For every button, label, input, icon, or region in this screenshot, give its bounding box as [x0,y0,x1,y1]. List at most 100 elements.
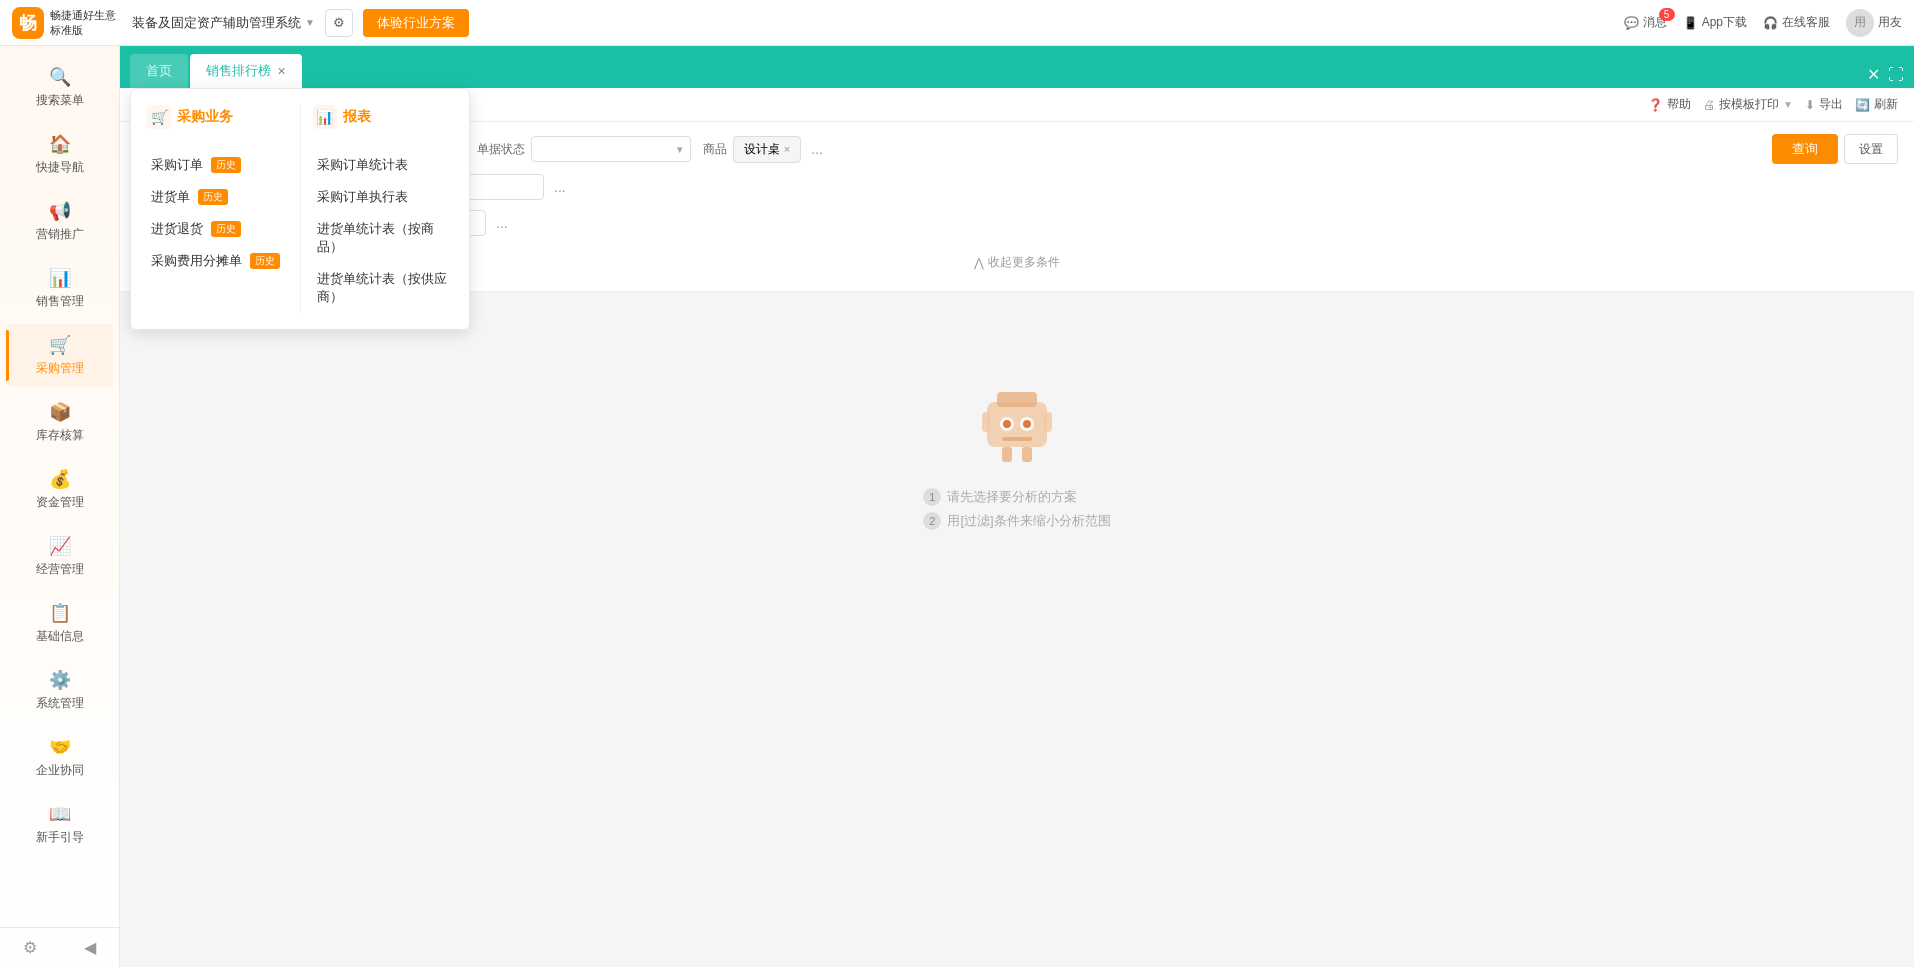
dropdown-item-inbound-supplier[interactable]: 进货单统计表（按供应商） [313,263,454,313]
tab-bar: 首页 销售排行榜 ✕ ✕ ⛶ [120,46,1914,88]
sidebar-item-quicknav[interactable]: 🏠 快捷导航 [6,123,113,186]
dropdown-menu: 🛒 采购业务 采购订单 历史 进货单 历史 进货退货 历史 采购费用分摊单 历史 [130,88,470,330]
sidebar-item-inventory[interactable]: 📦 库存核算 [6,391,113,454]
help-btn[interactable]: ❓ 帮助 [1648,96,1691,113]
chevron-down-icon: ▼ [305,17,315,28]
sidebar-item-search[interactable]: 🔍 搜索菜单 [6,56,113,119]
sidebar-item-system[interactable]: ⚙️ 系统管理 [6,659,113,722]
tab-sales-rank-label: 销售排行榜 [206,62,271,80]
basic-icon: 📋 [49,602,71,624]
purchase-col: 🛒 采购业务 采购订单 历史 进货单 历史 进货退货 历史 采购费用分摊单 历史 [147,105,288,313]
header-middle: 装备及固定资产辅助管理系统 ▼ ⚙ 体验行业方案 [132,9,1624,37]
salesperson-dots-btn[interactable]: ... [550,179,570,195]
set-button[interactable]: 设置 [1844,134,1898,164]
tab-sales-rank[interactable]: 销售排行榜 ✕ [190,54,302,88]
dropdown-item-purchase-order[interactable]: 采购订单 历史 [147,149,288,181]
purchase-icon: 🛒 [49,334,71,356]
settings-button[interactable]: ⚙ [325,9,353,37]
dropdown-item-purchase-cost[interactable]: 采购费用分摊单 历史 [147,245,288,277]
sidebar-item-label: 系统管理 [36,695,84,712]
print-btn[interactable]: 🖨 按模板打印 ▼ [1703,96,1793,113]
settings-bottom-btn[interactable]: ⚙ [23,938,37,957]
goods-tag-close[interactable]: × [784,143,790,155]
print-chevron-icon: ▼ [1783,99,1793,110]
sidebar-item-label: 快捷导航 [36,159,84,176]
doc-status-select[interactable] [531,136,691,162]
tip-num-2: 2 [923,512,941,530]
tab-home[interactable]: 首页 [130,54,188,88]
history-badge: 历史 [211,221,241,237]
online-service-btn[interactable]: 🎧 在线客服 [1763,14,1830,31]
dropdown-item-label: 采购费用分摊单 [151,252,242,270]
search-icon: 🔍 [49,66,71,88]
sidebar-item-label: 基础信息 [36,628,84,645]
sidebar-item-marketing[interactable]: 📢 营销推广 [6,190,113,253]
collapse-label: 收起更多条件 [988,254,1060,271]
industry-btn[interactable]: 体验行业方案 [363,9,469,37]
dropdown-item-order-stat[interactable]: 采购订单统计表 [313,149,454,181]
purchase-col-title: 采购业务 [177,108,233,126]
app-download-btn[interactable]: 📱 App下载 [1683,14,1747,31]
report-col: 📊 报表 采购订单统计表 采购订单执行表 进货单统计表（按商品） 进货单统计表（… [313,105,454,313]
sidebar-bottom: ⚙ ◀ [0,927,119,967]
svg-rect-10 [1022,447,1032,462]
tip-num-1: 1 [923,488,941,506]
logo-icon: 畅 [12,7,44,39]
dropdown-item-order-exec[interactable]: 采购订单执行表 [313,181,454,213]
goods-label: 商品 [703,141,727,158]
goods-tag: 设计桌 × [733,136,801,163]
sidebar-item-purchase[interactable]: 🛒 采购管理 [6,324,113,387]
sidebar-item-basic[interactable]: 📋 基础信息 [6,592,113,655]
message-badge: 5 [1659,8,1675,21]
message-btn[interactable]: 💬 消息 5 [1624,14,1667,31]
sidebar-item-label: 营销推广 [36,226,84,243]
sidebar-item-finance[interactable]: 💰 资金管理 [6,458,113,521]
tab-close-icon[interactable]: ✕ [277,65,286,78]
sidebar-item-sales[interactable]: 📊 销售管理 [6,257,113,320]
purchase-col-icon: 🛒 [147,105,171,129]
sidebar-item-operation[interactable]: 📈 经营管理 [6,525,113,588]
dropdown-item-purchase-inbound[interactable]: 进货单 历史 [147,181,288,213]
app-download-label: App下载 [1702,14,1747,31]
query-button[interactable]: 查询 [1772,134,1838,164]
empty-tip-1: 1 请先选择要分析的方案 [923,488,1110,506]
phone-icon: 📱 [1683,16,1698,30]
empty-state: 1 请先选择要分析的方案 2 用[过滤]条件来缩小分析范围 [120,292,1914,610]
sidebar-item-guide[interactable]: 📖 新手引导 [6,793,113,856]
refresh-btn[interactable]: 🔄 刷新 [1855,96,1898,113]
goods-dots-btn[interactable]: ... [807,141,827,157]
system-name-text: 装备及固定资产辅助管理系统 [132,14,301,32]
system-name-btn[interactable]: 装备及固定资产辅助管理系统 ▼ [132,14,315,32]
user-btn[interactable]: 用 用友 [1846,9,1902,37]
tab-expand-icon[interactable]: ⛶ [1888,66,1904,84]
dropdown-cols: 🛒 采购业务 采购订单 历史 进货单 历史 进货退货 历史 采购费用分摊单 历史 [147,105,453,313]
user-label: 用友 [1878,14,1902,31]
sidebar-item-collab[interactable]: 🤝 企业协同 [6,726,113,789]
help-label: 帮助 [1667,96,1691,113]
tab-close-all-icon[interactable]: ✕ [1867,65,1880,84]
goods-tag-value: 设计桌 [744,141,780,158]
sidebar: 🔍 搜索菜单 🏠 快捷导航 📢 营销推广 📊 销售管理 🛒 采购管理 📦 库存核… [0,46,120,967]
tip-text-2: 用[过滤]条件来缩小分析范围 [947,512,1110,530]
dropdown-item-purchase-return[interactable]: 进货退货 历史 [147,213,288,245]
print-icon: 🖨 [1703,98,1715,112]
sidebar-item-label: 经营管理 [36,561,84,578]
dropdown-item-inbound-goods[interactable]: 进货单统计表（按商品） [313,213,454,263]
dropdown-item-label: 进货单 [151,188,190,206]
customer-dots-btn[interactable]: ... [492,215,512,231]
collapse-btn[interactable]: ⋀ 收起更多条件 [974,254,1060,271]
sidebar-item-label: 销售管理 [36,293,84,310]
tab-bar-actions: ✕ ⛶ [1867,65,1904,88]
dropdown-divider [300,105,301,313]
home-icon: 🏠 [49,133,71,155]
history-badge: 历史 [198,189,228,205]
export-icon: ⬇ [1805,98,1815,112]
operation-icon: 📈 [49,535,71,557]
sidebar-item-label: 新手引导 [36,829,84,846]
collab-icon: 🤝 [49,736,71,758]
tab-home-label: 首页 [146,62,172,80]
collapse-sidebar-btn[interactable]: ◀ [84,938,96,957]
help-icon: ❓ [1648,98,1663,112]
export-btn[interactable]: ⬇ 导出 [1805,96,1843,113]
goods-filter-group: 商品 设计桌 × ... [703,136,827,163]
